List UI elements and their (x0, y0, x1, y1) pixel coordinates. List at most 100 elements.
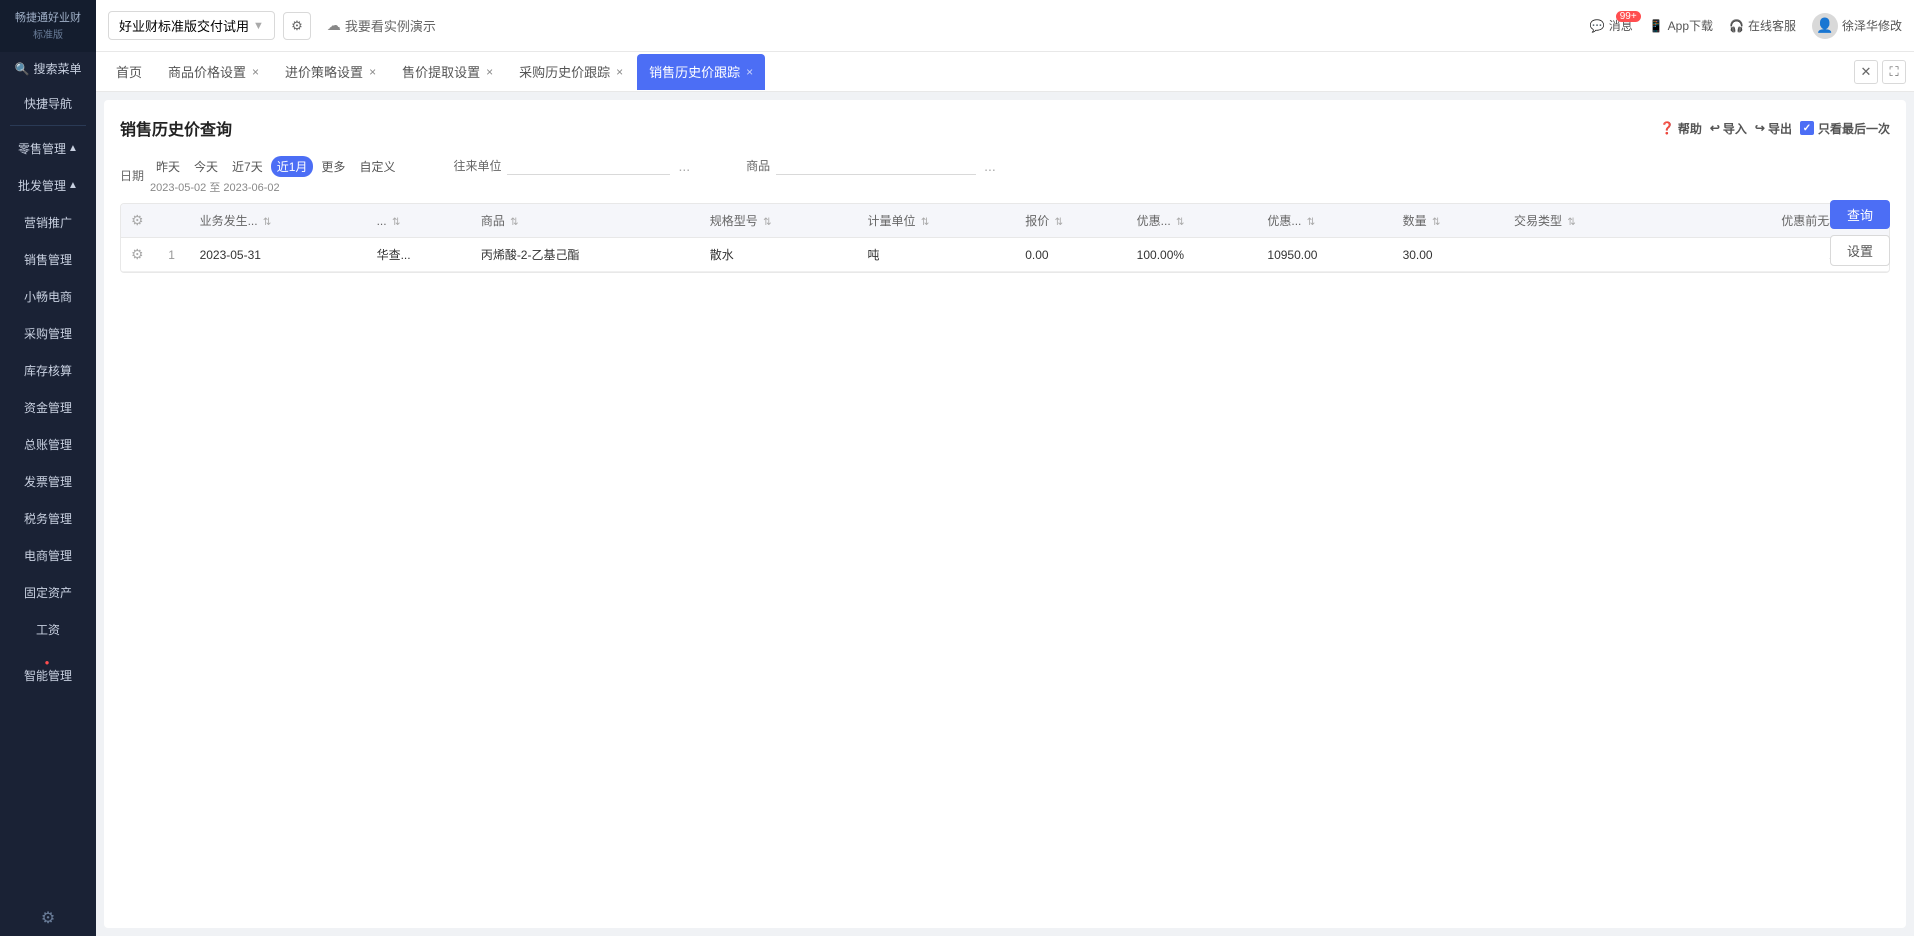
table-gear-icon[interactable]: ⚙ (131, 212, 144, 228)
col-trade-type-label: 交易类型 (1514, 214, 1562, 228)
sidebar-bottom: ⚙ (0, 900, 96, 936)
export-icon: ↪ (1755, 121, 1765, 135)
tab-purchase-history[interactable]: 采购历史价跟踪 × (507, 54, 635, 90)
tab-close-btn[interactable]: ✕ (1854, 60, 1878, 84)
user-btn[interactable]: 👤 徐泽华修改 (1812, 13, 1902, 39)
row-discount-price: 10950.00 (1257, 238, 1392, 272)
goods-filter: 商品 ... (746, 156, 1000, 175)
mobile-icon: 📱 (1649, 19, 1664, 33)
sidebar-item-purchase[interactable]: 采购管理 (0, 315, 96, 352)
help-icon: ❓ (1660, 121, 1675, 135)
tab-sales-history-label: 销售历史价跟踪 (649, 62, 740, 81)
query-btn[interactable]: 查询 (1830, 200, 1890, 229)
sidebar-item-payroll[interactable]: 工资 (0, 611, 96, 648)
col-discount-price[interactable]: 优惠... ⇅ (1257, 204, 1392, 238)
source-input[interactable] (507, 156, 670, 175)
sidebar-item-label-ecom: 电商管理 (24, 547, 72, 564)
source-dots-btn[interactable]: ... (674, 158, 694, 174)
date-btn-more[interactable]: 更多 (315, 156, 351, 177)
sidebar-item-tax[interactable]: 税务管理 (0, 500, 96, 537)
sidebar-item-label-purchase: 采购管理 (24, 325, 72, 342)
online-service-btn[interactable]: 🎧 在线客服 (1729, 17, 1796, 34)
date-btn-today[interactable]: 今天 (188, 156, 224, 177)
col-trade-type[interactable]: 交易类型 ⇅ (1504, 204, 1662, 238)
tab-product-price-close[interactable]: × (252, 65, 259, 79)
sort-icon-spec[interactable]: ⇅ (763, 217, 771, 228)
tab-expand-btn[interactable]: ⛶ (1882, 60, 1906, 84)
sidebar-search[interactable]: 🔍 搜索菜单 (0, 52, 96, 85)
tab-sales-history-close[interactable]: × (746, 65, 753, 79)
row-gear[interactable]: ⚙ (121, 238, 154, 272)
sort-icon-business-date[interactable]: ⇅ (263, 217, 271, 228)
online-service-label: 在线客服 (1748, 17, 1796, 34)
topbar-settings-btn[interactable]: ⚙ (283, 12, 311, 40)
topbar-right: 💬 消息 99+ 📱 App下载 🎧 在线客服 👤 徐泽华修改 (1590, 13, 1902, 39)
col-qty[interactable]: 数量 ⇅ (1393, 204, 1504, 238)
tab-sale-price[interactable]: 售价提取设置 × (390, 54, 505, 90)
tab-purchase-history-close[interactable]: × (616, 65, 623, 79)
export-btn[interactable]: ↪ 导出 (1755, 120, 1792, 137)
date-btn-yesterday[interactable]: 昨天 (150, 156, 186, 177)
tab-product-price[interactable]: 商品价格设置 × (156, 54, 271, 90)
help-btn[interactable]: ❓ 帮助 (1660, 120, 1702, 137)
date-btn-7days[interactable]: 近7天 (226, 156, 269, 177)
col-unit[interactable]: 计量单位 ⇅ (858, 204, 1016, 238)
sidebar-item-sales[interactable]: 销售管理 (0, 241, 96, 278)
sidebar-item-label-ecom-small: 小畅电商 (24, 288, 72, 305)
sidebar-item-wholesale[interactable]: 批发管理 ▲ (0, 167, 96, 204)
app-download-btn[interactable]: 📱 App下载 (1649, 17, 1713, 34)
row-num: 1 (154, 238, 190, 272)
sort-icon-discount-rate[interactable]: ⇅ (1176, 217, 1184, 228)
topbar: 好业财标准版交付试用 ▼ ⚙ ☁ 我要看实例演示 💬 消息 99+ 📱 App下… (96, 0, 1914, 52)
dot-icon-ai: ● (45, 658, 50, 667)
sidebar-gear-icon[interactable]: ⚙ (41, 908, 55, 928)
col-business-date[interactable]: 业务发生... ⇅ (190, 204, 367, 238)
sidebar: 畅捷通好业财 标准版 🔍 搜索菜单 快捷导航 零售管理 ▲ 批发管理 ▲ 营销推… (0, 0, 96, 936)
sidebar-item-label-tax: 税务管理 (24, 510, 72, 527)
sidebar-item-ai[interactable]: ● 智能管理 (0, 648, 96, 694)
settings-btn[interactable]: 设置 (1830, 235, 1890, 266)
demo-btn[interactable]: ☁ 我要看实例演示 (327, 16, 436, 35)
goods-input[interactable] (776, 156, 976, 175)
checkbox-checked-icon: ✓ (1800, 121, 1814, 135)
sidebar-item-ecom-small[interactable]: 小畅电商 (0, 278, 96, 315)
tab-home-label: 首页 (116, 62, 142, 81)
sidebar-item-retail[interactable]: 零售管理 ▲ (0, 130, 96, 167)
sidebar-item-ecom[interactable]: 电商管理 (0, 537, 96, 574)
tab-home[interactable]: 首页 (104, 54, 154, 90)
sort-icon-trade-type[interactable]: ⇅ (1567, 217, 1575, 228)
tab-purchase-strategy-close[interactable]: × (369, 65, 376, 79)
sidebar-item-finance[interactable]: 资金管理 (0, 389, 96, 426)
sidebar-item-assets[interactable]: 固定资产 (0, 574, 96, 611)
col-more[interactable]: ... ⇅ (367, 204, 471, 238)
messages-btn[interactable]: 💬 消息 99+ (1590, 17, 1633, 34)
sort-icon-qty[interactable]: ⇅ (1432, 217, 1440, 228)
col-goods[interactable]: 商品 ⇅ (471, 204, 700, 238)
col-spec[interactable]: 规格型号 ⇅ (700, 204, 858, 238)
sidebar-item-marketing[interactable]: 营销推广 (0, 204, 96, 241)
sidebar-item-label-wholesale: 批发管理 (18, 177, 66, 194)
col-discount-rate[interactable]: 优惠... ⇅ (1127, 204, 1258, 238)
row-discount-rate: 100.00% (1127, 238, 1258, 272)
sort-icon-goods[interactable]: ⇅ (510, 217, 518, 228)
version-select[interactable]: 好业财标准版交付试用 ▼ (108, 11, 275, 40)
date-btn-1month[interactable]: 近1月 (271, 156, 314, 177)
tab-sales-history[interactable]: 销售历史价跟踪 × (637, 54, 765, 90)
import-btn[interactable]: ↩ 导入 (1710, 120, 1747, 137)
sort-icon-price[interactable]: ⇅ (1055, 217, 1063, 228)
sidebar-item-inventory[interactable]: 库存核算 (0, 352, 96, 389)
sort-icon-more[interactable]: ⇅ (392, 217, 400, 228)
date-btn-custom[interactable]: 自定义 (353, 156, 401, 177)
col-price[interactable]: 报价 ⇅ (1015, 204, 1126, 238)
sidebar-quick-nav[interactable]: 快捷导航 (0, 85, 96, 121)
goods-dots-btn[interactable]: ... (980, 158, 1000, 174)
sidebar-item-ledger[interactable]: 总账管理 (0, 426, 96, 463)
sort-icon-discount-price[interactable]: ⇅ (1307, 217, 1315, 228)
tab-sale-price-close[interactable]: × (486, 65, 493, 79)
sidebar-item-invoice[interactable]: 发票管理 (0, 463, 96, 500)
tab-purchase-strategy[interactable]: 进价策略设置 × (273, 54, 388, 90)
sort-icon-unit[interactable]: ⇅ (921, 217, 929, 228)
col-more-label: ... (377, 214, 387, 228)
only-last-checkbox[interactable]: ✓ 只看最后一次 (1800, 120, 1890, 137)
avatar: 👤 (1812, 13, 1838, 39)
